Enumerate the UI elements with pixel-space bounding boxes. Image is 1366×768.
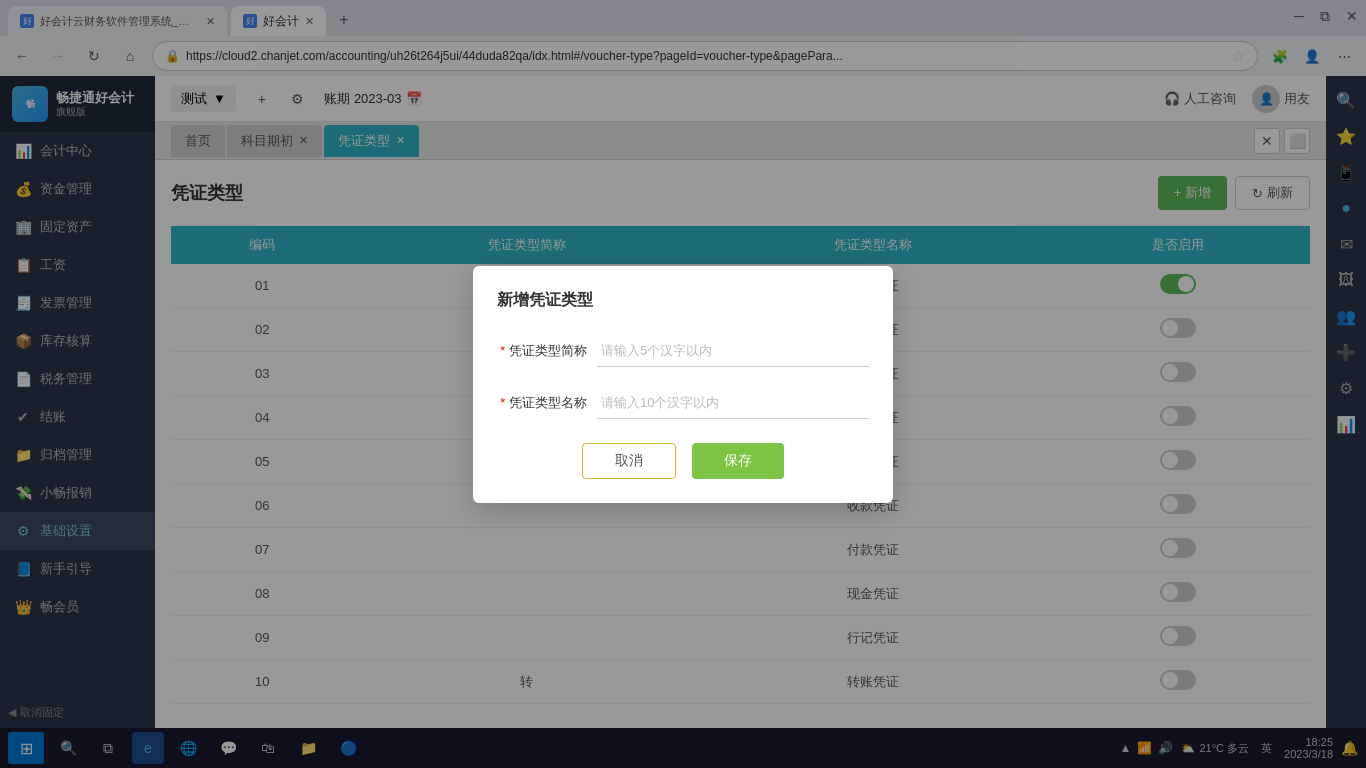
field1-label: * 凭证类型简称	[497, 342, 597, 360]
field2-label: * 凭证类型名称	[497, 394, 597, 412]
modal-overlay: 新增凭证类型 * 凭证类型简称 * 凭证类型名称 取消 保存	[0, 0, 1366, 768]
modal-dialog: 新增凭证类型 * 凭证类型简称 * 凭证类型名称 取消 保存	[473, 266, 893, 503]
required-star-1: *	[500, 343, 505, 358]
form-row-name: * 凭证类型名称	[497, 387, 869, 419]
required-star-2: *	[500, 395, 505, 410]
cancel-button[interactable]: 取消	[582, 443, 676, 479]
save-button[interactable]: 保存	[692, 443, 784, 479]
modal-title: 新增凭证类型	[497, 290, 869, 311]
modal-footer: 取消 保存	[497, 443, 869, 479]
form-row-short: * 凭证类型简称	[497, 335, 869, 367]
field2-input[interactable]	[597, 387, 869, 419]
field1-input[interactable]	[597, 335, 869, 367]
